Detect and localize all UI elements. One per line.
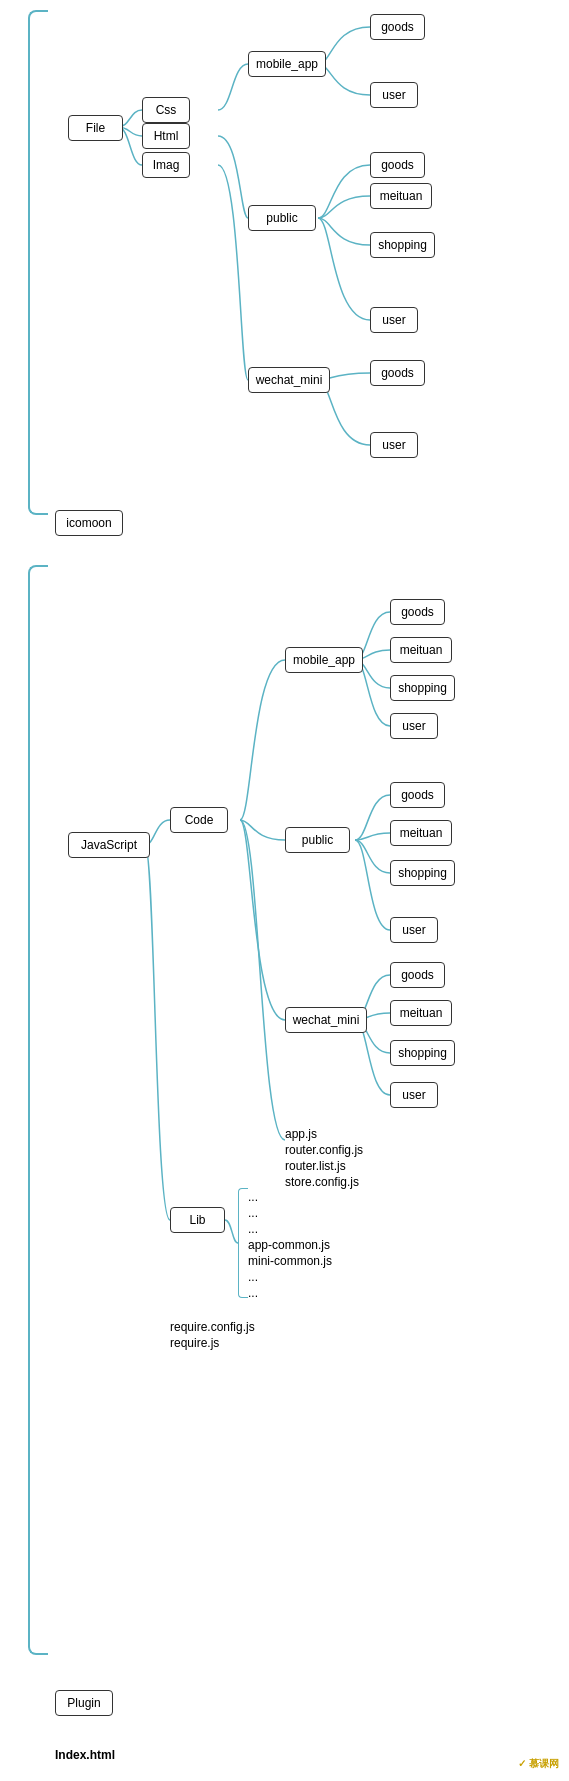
watermark: ✓ 慕课网 [518, 1757, 559, 1771]
lib-app-common: app-common.js [248, 1238, 330, 1252]
code-public-shopping: shopping [390, 860, 455, 886]
code-public-meituan: meituan [390, 820, 452, 846]
imag-node: Imag [142, 152, 190, 178]
code-node: Code [170, 807, 228, 833]
lib-mini-common: mini-common.js [248, 1254, 332, 1268]
code-public-node: public [285, 827, 350, 853]
lib-lines [0, 0, 569, 1781]
code-public-user: user [390, 917, 438, 943]
lib-item-1: ... [248, 1190, 258, 1204]
connector-lines [0, 0, 569, 1781]
public-meituan-node: meituan [370, 183, 432, 209]
code-mobile-meituan: meituan [390, 637, 452, 663]
store-config-js: store.config.js [285, 1175, 359, 1189]
lib-item-4: ... [248, 1270, 258, 1284]
index-html: Index.html [55, 1748, 115, 1762]
file-node: File [68, 115, 123, 141]
code-wechat-goods: goods [390, 962, 445, 988]
plugin-node: Plugin [55, 1690, 113, 1716]
public-shopping-node: shopping [370, 232, 435, 258]
code-mobile-app-node: mobile_app [285, 647, 363, 673]
lib-bracket [238, 1188, 248, 1298]
diagram-container: File Css Html Imag mobile_app goods user… [0, 0, 569, 1781]
javascript-bracket [28, 565, 48, 1655]
mobile-app-user-node: user [370, 82, 418, 108]
public-user-node: user [370, 307, 418, 333]
lib-node: Lib [170, 1207, 225, 1233]
code-wechat-node: wechat_mini [285, 1007, 367, 1033]
wechat-mini-file-node: wechat_mini [248, 367, 330, 393]
file-bracket [28, 10, 48, 515]
mobile-app-goods-node: goods [370, 14, 425, 40]
router-list-js: router.list.js [285, 1159, 346, 1173]
code-public-goods: goods [390, 782, 445, 808]
wechat-goods-node: goods [370, 360, 425, 386]
lib-item-3: ... [248, 1222, 258, 1236]
public-file-node: public [248, 205, 316, 231]
public-goods-node: goods [370, 152, 425, 178]
require-js: require.js [170, 1336, 219, 1350]
app-js: app.js [285, 1127, 317, 1141]
code-wechat-user: user [390, 1082, 438, 1108]
code-mobile-shopping: shopping [390, 675, 455, 701]
mobile-app-file-node: mobile_app [248, 51, 326, 77]
code-wechat-shopping: shopping [390, 1040, 455, 1066]
css-node: Css [142, 97, 190, 123]
code-mobile-user: user [390, 713, 438, 739]
icomoon-node: icomoon [55, 510, 123, 536]
code-mobile-goods: goods [390, 599, 445, 625]
lib-item-2: ... [248, 1206, 258, 1220]
lib-item-5: ... [248, 1286, 258, 1300]
html-node: Html [142, 123, 190, 149]
wechat-user-node: user [370, 432, 418, 458]
require-config-js: require.config.js [170, 1320, 255, 1334]
code-wechat-meituan: meituan [390, 1000, 452, 1026]
router-config-js: router.config.js [285, 1143, 363, 1157]
javascript-node: JavaScript [68, 832, 150, 858]
